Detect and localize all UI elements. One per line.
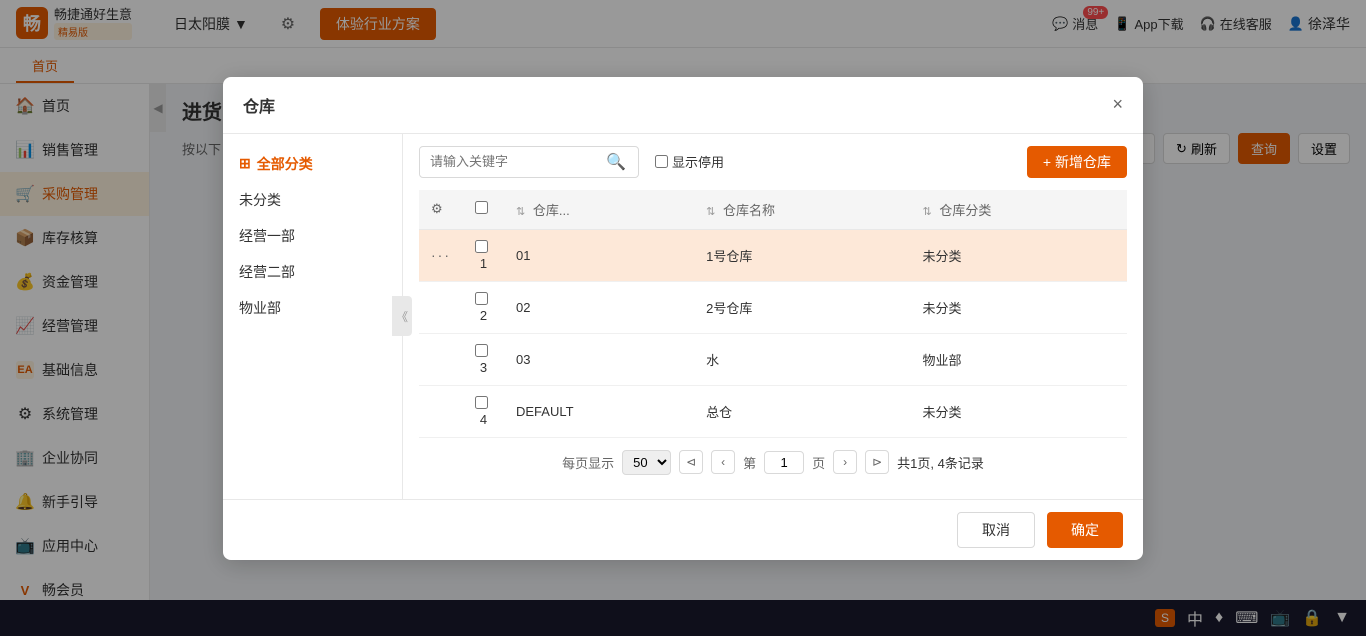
modal-body: ⊞ 全部分类 未分类 经营一部 经营二部 物业部 《 (223, 134, 1143, 499)
category-item-property[interactable]: 物业部 (223, 290, 402, 326)
page-input[interactable] (764, 451, 804, 474)
row-gear (419, 385, 463, 437)
table-toolbar: 🔍 显示停用 + 新增仓库 (419, 146, 1127, 178)
col-checkbox (463, 190, 504, 230)
col-category: ⇅ 仓库分类 (911, 190, 1127, 230)
sort-icon-name: ⇅ (706, 206, 715, 218)
next-page-button[interactable]: › (833, 450, 857, 474)
category-all[interactable]: ⊞ 全部分类 (223, 146, 402, 182)
table-row[interactable]: 2 02 2号仓库 未分类 (419, 281, 1127, 333)
first-page-button[interactable]: ⊲ (679, 450, 703, 474)
page-prefix: 第 (743, 453, 756, 472)
new-warehouse-button[interactable]: + 新增仓库 (1027, 146, 1127, 178)
table-panel: 🔍 显示停用 + 新增仓库 (403, 134, 1143, 499)
show-disabled-label: 显示停用 (672, 152, 724, 171)
gear-icon: ⚙ (431, 201, 443, 216)
grid-icon: ⊞ (239, 155, 251, 172)
page-suffix: 页 (812, 453, 825, 472)
show-disabled-area: 显示停用 (655, 152, 724, 171)
col-name: ⇅ 仓库名称 (694, 190, 910, 230)
category-item-unclassified[interactable]: 未分类 (223, 182, 402, 218)
pagination: 每页显示 50 ⊲ ‹ 第 页 › ⊳ 共1页, 4条记录 (419, 438, 1127, 487)
col-code: ⇅ 仓库... (504, 190, 694, 230)
modal-footer: 取消 确定 (223, 499, 1143, 560)
row-category: 未分类 (911, 281, 1127, 333)
row-code: 02 (504, 281, 694, 333)
table-row[interactable]: 3 03 水 物业部 (419, 333, 1127, 385)
row-checkbox[interactable] (475, 396, 488, 409)
row-code: DEFAULT (504, 385, 694, 437)
warehouse-table: ⚙ ⇅ 仓库... ⇅ (419, 190, 1127, 438)
row-category: 未分类 (911, 385, 1127, 437)
row-name: 水 (694, 333, 910, 385)
table-row[interactable]: 4 DEFAULT 总仓 未分类 (419, 385, 1127, 437)
row-category: 物业部 (911, 333, 1127, 385)
row-code: 01 (504, 229, 694, 281)
modal-overlay[interactable]: 仓库 × ⊞ 全部分类 未分类 经营一部 经营二部 (0, 0, 1366, 636)
row-gear: ··· (419, 229, 463, 281)
row-num: 1 (463, 229, 504, 281)
category-all-label: 全部分类 (257, 154, 313, 174)
table-row[interactable]: ··· 1 01 1号仓库 未分类 (419, 229, 1127, 281)
category-item-dept2[interactable]: 经营二部 (223, 254, 402, 290)
row-checkbox[interactable] (475, 344, 488, 357)
per-page-select[interactable]: 50 (622, 450, 671, 475)
row-category: 未分类 (911, 229, 1127, 281)
show-disabled-checkbox[interactable] (655, 155, 668, 168)
select-all-checkbox[interactable] (475, 201, 488, 214)
row-gear (419, 281, 463, 333)
table-container: ⚙ ⇅ 仓库... ⇅ (419, 190, 1127, 438)
search-icon[interactable]: 🔍 (600, 147, 632, 177)
cancel-button[interactable]: 取消 (957, 512, 1035, 548)
row-gear (419, 333, 463, 385)
row-num: 2 (463, 281, 504, 333)
modal-title: 仓库 (243, 93, 275, 117)
sort-icon-cat: ⇅ (923, 206, 932, 218)
collapse-category-button[interactable]: 《 (392, 296, 412, 336)
row-num: 3 (463, 333, 504, 385)
warehouse-modal: 仓库 × ⊞ 全部分类 未分类 经营一部 经营二部 (223, 77, 1143, 560)
category-item-dept1[interactable]: 经营一部 (223, 218, 402, 254)
row-num: 4 (463, 385, 504, 437)
search-box: 🔍 (419, 146, 639, 178)
row-actions[interactable]: ··· (431, 247, 451, 263)
row-checkbox[interactable] (475, 292, 488, 305)
row-name: 总仓 (694, 385, 910, 437)
table-header-row: ⚙ ⇅ 仓库... ⇅ (419, 190, 1127, 230)
confirm-button[interactable]: 确定 (1047, 512, 1123, 548)
total-label: 共1页, 4条记录 (897, 453, 984, 472)
modal-header: 仓库 × (223, 77, 1143, 134)
sort-icon: ⇅ (516, 206, 525, 218)
last-page-button[interactable]: ⊳ (865, 450, 889, 474)
row-name: 2号仓库 (694, 281, 910, 333)
row-code: 03 (504, 333, 694, 385)
row-name: 1号仓库 (694, 229, 910, 281)
row-checkbox[interactable] (475, 240, 488, 253)
prev-page-button[interactable]: ‹ (711, 450, 735, 474)
category-panel: ⊞ 全部分类 未分类 经营一部 经营二部 物业部 《 (223, 134, 403, 499)
search-input[interactable] (420, 148, 600, 175)
modal-close-button[interactable]: × (1112, 94, 1123, 115)
col-gear: ⚙ (419, 190, 463, 230)
per-page-label: 每页显示 (562, 453, 614, 472)
